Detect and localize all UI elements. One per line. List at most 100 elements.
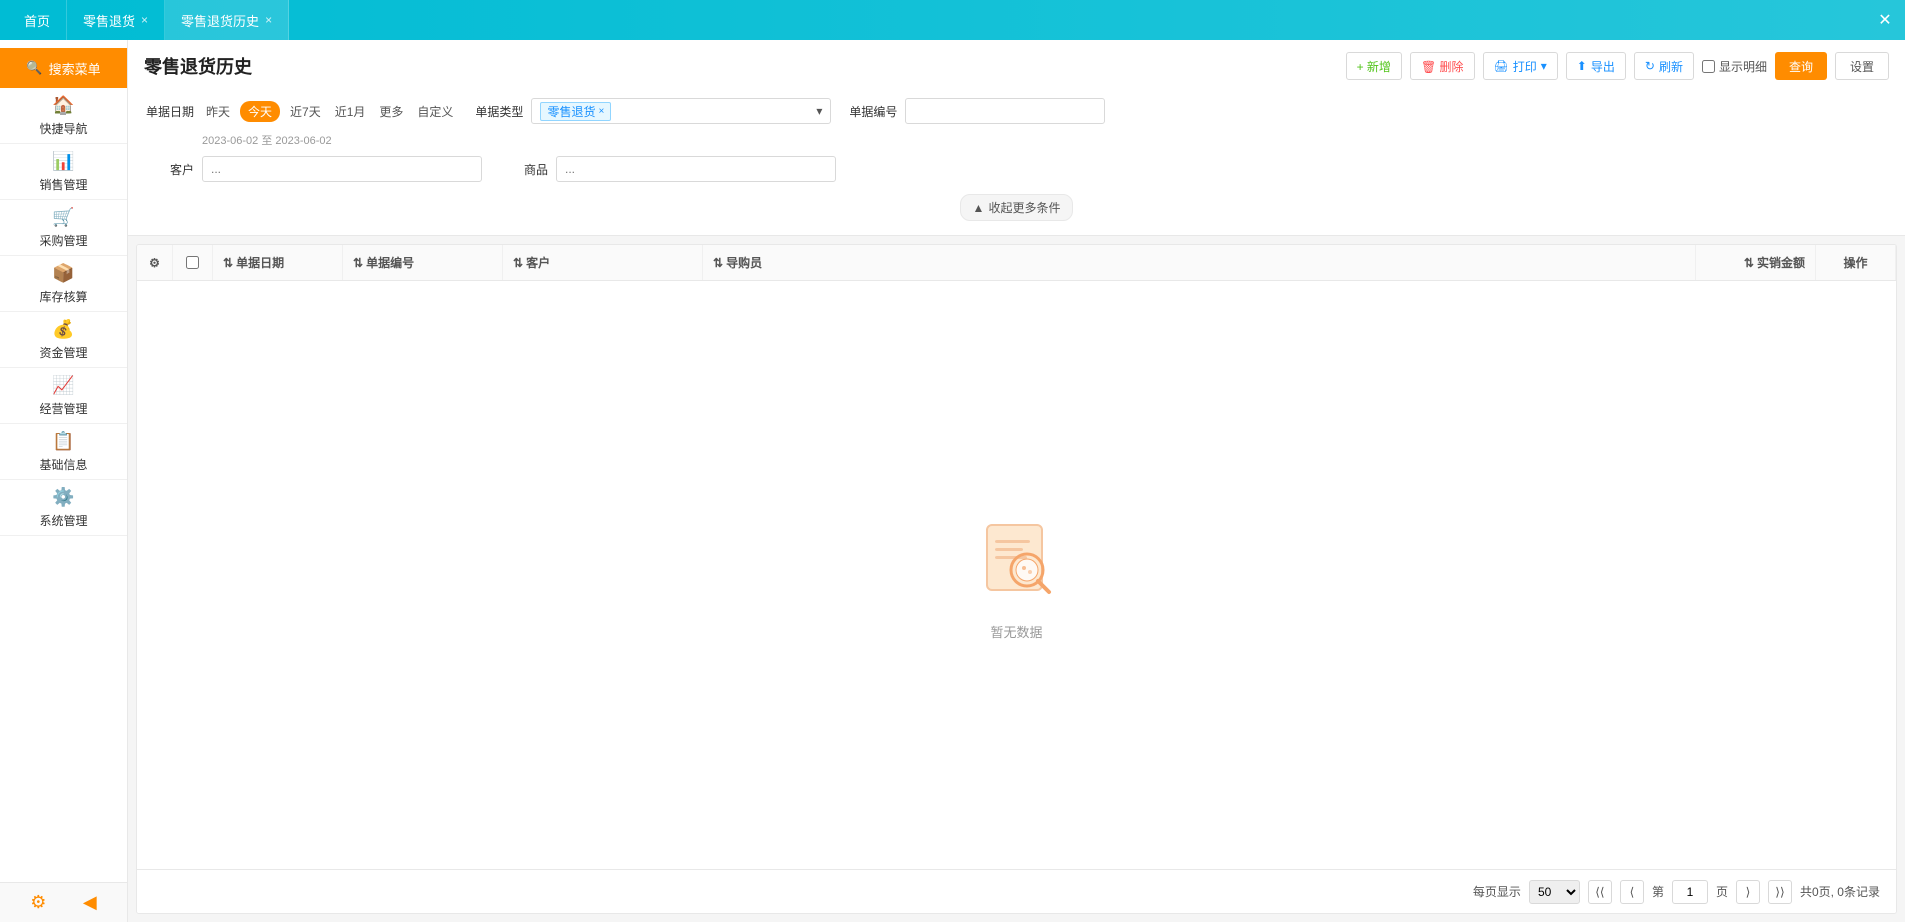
sidebar-item-inventory-label: 库存核算 (39, 288, 87, 305)
page-title-row: 零售退货历史 + 新增 🗑 删除 🖨 打印 ▾ ⬆ 导出 ↻ (144, 52, 1889, 80)
empty-state: 暂无数据 (137, 281, 1896, 869)
th-amount[interactable]: ⇅ 实销金额 (1696, 245, 1816, 280)
date-group: 昨天 今天 近7天 近1月 更多 自定义 (202, 101, 457, 122)
goods-input[interactable] (556, 156, 836, 182)
query-button[interactable]: 查询 (1775, 52, 1827, 80)
show-detail-checkbox[interactable] (1702, 60, 1715, 73)
settings-col-icon: ⚙ (149, 256, 160, 270)
setting-button[interactable]: 设置 (1835, 52, 1889, 80)
page-label: 第 (1652, 883, 1664, 900)
first-page-button[interactable]: ⟨⟨ (1588, 880, 1612, 904)
cart-icon: 🛒 (52, 207, 74, 228)
th-amount-icon: ⇅ (1744, 256, 1754, 270)
date-btn-more[interactable]: 更多 (375, 101, 407, 122)
show-detail-text: 显示明细 (1719, 58, 1767, 75)
sidebar-item-purchase-label: 采购管理 (39, 232, 87, 249)
tab-retail-return-history-close[interactable]: × (265, 13, 272, 27)
tab-retail-return-close[interactable]: × (141, 13, 148, 27)
sidebar-item-operations[interactable]: 📈 经营管理 (0, 368, 127, 424)
filter-row-2: 客户 商品 (144, 156, 1889, 182)
order-no-input[interactable] (905, 98, 1105, 124)
th-order-no-icon: ⇅ (353, 256, 363, 270)
sidebar-item-basic-info-label: 基础信息 (39, 456, 87, 473)
system-icon: ⚙️ (52, 487, 74, 508)
last-page-button[interactable]: ⟩⟩ (1768, 880, 1792, 904)
refresh-icon: ↻ (1645, 59, 1655, 73)
money-icon: 💰 (52, 319, 74, 340)
prev-page-button[interactable]: ⟨ (1620, 880, 1644, 904)
settings-bottom-icon[interactable]: ⚙ (30, 892, 46, 913)
tab-retail-return[interactable]: 零售退货 × (67, 0, 165, 40)
main-content: 零售退货历史 + 新增 🗑 删除 🖨 打印 ▾ ⬆ 导出 ↻ (128, 40, 1905, 922)
tab-retail-return-history[interactable]: 零售退货历史 × (165, 0, 289, 40)
filter-row-date-range: 2023-06-02 至 2023-06-02 (144, 132, 1889, 148)
window-close-button[interactable]: ✕ (1865, 0, 1905, 40)
next-page-button[interactable]: ⟩ (1736, 880, 1760, 904)
export-button[interactable]: ⬆ 导出 (1566, 52, 1626, 80)
date-filter: 单据日期 昨天 今天 近7天 近1月 更多 自定义 (144, 101, 457, 122)
th-customer-icon: ⇅ (513, 256, 523, 270)
th-order-no-label: 单据编号 (366, 254, 414, 271)
date-btn-1month[interactable]: 近1月 (331, 101, 370, 122)
order-type-dropdown-icon: ▾ (816, 104, 822, 118)
collapse-sidebar-icon[interactable]: ◀ (83, 892, 97, 913)
page-size-label: 每页显示 (1473, 883, 1521, 900)
th-guide-icon: ⇅ (713, 256, 723, 270)
th-date[interactable]: ⇅ 单据日期 (213, 245, 343, 280)
sidebar-item-inventory[interactable]: 📦 库存核算 (0, 256, 127, 312)
refresh-button[interactable]: ↻ 刷新 (1634, 52, 1694, 80)
th-date-label: 单据日期 (236, 254, 284, 271)
print-button[interactable]: 🖨 打印 ▾ (1483, 52, 1558, 80)
collapse-label: 收起更多条件 (988, 199, 1060, 216)
order-type-select[interactable]: 零售退货 × ▾ (531, 98, 831, 124)
sidebar-item-operations-label: 经营管理 (39, 400, 87, 417)
delete-button[interactable]: 🗑 删除 (1410, 52, 1475, 80)
tab-retail-return-history-label: 零售退货历史 (181, 11, 259, 30)
date-btn-7days[interactable]: 近7天 (286, 101, 325, 122)
toolbar: + 新增 🗑 删除 🖨 打印 ▾ ⬆ 导出 ↻ 刷新 (1346, 52, 1889, 80)
sidebar: 🔍 搜索菜单 🏠 快捷导航 📊 销售管理 🛒 采购管理 📦 库存核算 💰 资金管… (0, 40, 128, 922)
sidebar-item-finance-label: 资金管理 (39, 344, 87, 361)
operations-icon: 📈 (52, 375, 74, 396)
show-detail-checkbox-label[interactable]: 显示明细 (1702, 58, 1767, 75)
sidebar-item-system[interactable]: ⚙️ 系统管理 (0, 480, 127, 536)
order-type-tag-close[interactable]: × (598, 106, 604, 117)
table-section: ⚙ ⇅ 单据日期 ⇅ 单据编号 ⇅ 客户 ⇅ (136, 244, 1897, 914)
sidebar-item-sales[interactable]: 📊 销售管理 (0, 144, 127, 200)
goods-label: 商品 (498, 161, 548, 178)
th-order-no[interactable]: ⇅ 单据编号 (343, 245, 503, 280)
th-customer[interactable]: ⇅ 客户 (503, 245, 703, 280)
page-header: 零售退货历史 + 新增 🗑 删除 🖨 打印 ▾ ⬆ 导出 ↻ (128, 40, 1905, 236)
sidebar-item-quick-nav-label: 快捷导航 (39, 120, 87, 137)
date-btn-custom[interactable]: 自定义 (413, 101, 457, 122)
box-icon: 📦 (52, 263, 74, 284)
sidebar-item-finance[interactable]: 💰 资金管理 (0, 312, 127, 368)
customer-input[interactable] (202, 156, 482, 182)
th-checkbox[interactable] (173, 245, 213, 280)
sidebar-item-purchase[interactable]: 🛒 采购管理 (0, 200, 127, 256)
empty-text: 暂无数据 (990, 622, 1042, 641)
collapse-icon: ▲ (973, 201, 985, 215)
collapse-filter-button[interactable]: ▲ 收起更多条件 (960, 194, 1074, 221)
page-size-select[interactable]: 50 10 20 100 (1529, 880, 1580, 904)
date-btn-yesterday[interactable]: 昨天 (202, 101, 234, 122)
filter-row-1: 单据日期 昨天 今天 近7天 近1月 更多 自定义 单据类型 (144, 98, 1889, 124)
th-guide[interactable]: ⇅ 导购员 (703, 245, 1696, 280)
search-menu-button[interactable]: 🔍 搜索菜单 (0, 48, 127, 88)
print-dropdown-icon: ▾ (1541, 59, 1547, 73)
home-icon: 🏠 (52, 95, 74, 116)
tab-home[interactable]: 首页 (8, 0, 67, 40)
page-title: 零售退货历史 (144, 53, 252, 79)
order-type-filter: 单据类型 零售退货 × ▾ (473, 98, 831, 124)
select-all-checkbox[interactable] (186, 256, 199, 269)
tab-home-label: 首页 (24, 11, 50, 30)
sidebar-item-quick-nav[interactable]: 🏠 快捷导航 (0, 88, 127, 144)
tab-list: 首页 零售退货 × 零售退货历史 × (8, 0, 1865, 40)
date-btn-today[interactable]: 今天 (240, 101, 280, 122)
th-settings[interactable]: ⚙ (137, 245, 173, 280)
sidebar-item-basic-info[interactable]: 📋 基础信息 (0, 424, 127, 480)
page-number-input[interactable] (1672, 880, 1708, 904)
goods-filter: 商品 (498, 156, 836, 182)
add-button[interactable]: + 新增 (1346, 52, 1402, 80)
pagination-row: 每页显示 50 10 20 100 ⟨⟨ ⟨ 第 页 ⟩ ⟩⟩ 共0页, 0条记… (137, 869, 1896, 913)
